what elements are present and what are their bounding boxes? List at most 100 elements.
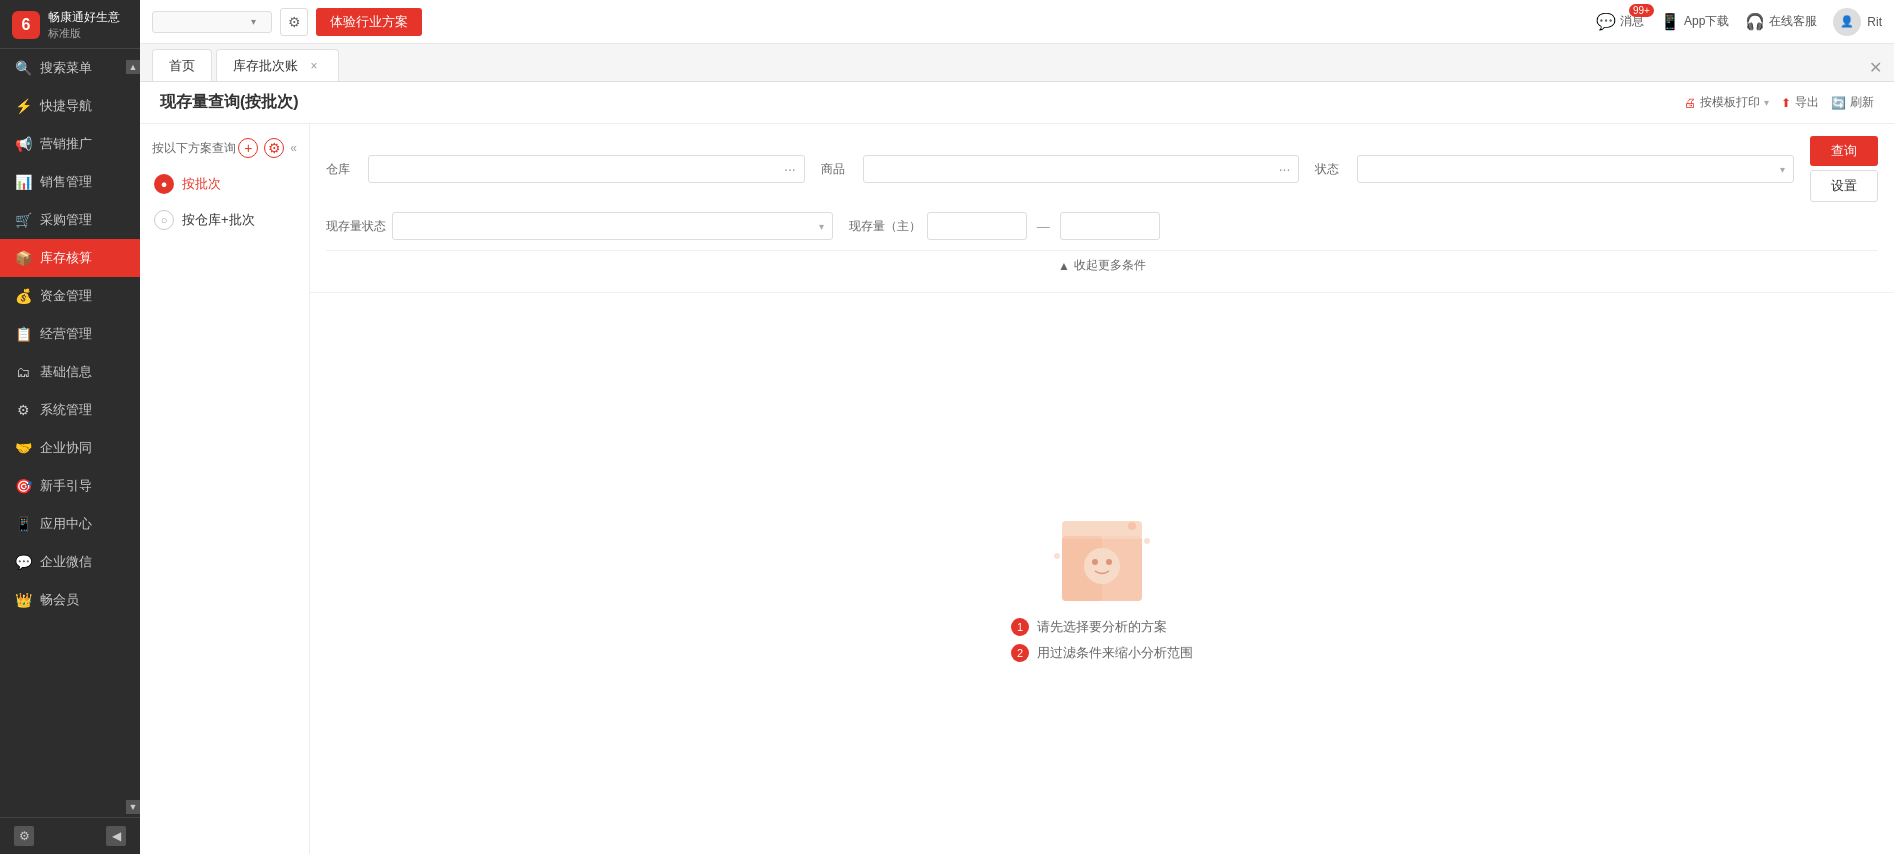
tabs-bar: 首页 库存批次账 × ✕ xyxy=(140,44,1894,82)
empty-svg xyxy=(1032,486,1172,606)
topbar: ▾ ⚙ 体验行业方案 💬 消息 99+ 📱 App下载 🎧 在线客服 👤 Rit xyxy=(140,0,1894,44)
page-header: 现存量查询(按批次) 🖨 按模板打印 ▾ ⬆ 导出 🔄 刷新 xyxy=(140,82,1894,124)
appstore-icon: 📱 xyxy=(14,515,32,533)
main-area: ▾ ⚙ 体验行业方案 💬 消息 99+ 📱 App下载 🎧 在线客服 👤 Rit xyxy=(140,0,1894,854)
purchase-icon: 🛒 xyxy=(14,211,32,229)
sidebar-settings-btn[interactable]: ⚙ xyxy=(14,826,34,846)
marketing-icon: 📢 xyxy=(14,135,32,153)
sidebar-scroll-up[interactable]: ▲ xyxy=(126,60,140,74)
member-icon: 👑 xyxy=(14,591,32,609)
search-input[interactable] xyxy=(161,15,251,29)
empty-step-1: 1 请先选择要分析的方案 xyxy=(1011,618,1193,636)
goods-more[interactable]: ··· xyxy=(1279,161,1291,177)
search-dropdown-icon[interactable]: ▾ xyxy=(251,16,256,27)
global-close-icon[interactable]: ✕ xyxy=(1869,58,1882,77)
messages-btn[interactable]: 💬 消息 99+ xyxy=(1596,12,1644,31)
status-field: 状态 ▾ xyxy=(1315,155,1794,183)
collapse-panel-btn[interactable]: « xyxy=(290,141,297,155)
add-plan-btn[interactable]: + xyxy=(238,138,258,158)
empty-state: 1 请先选择要分析的方案 2 用过滤条件来缩小分析范围 xyxy=(310,293,1894,854)
sidebar-item-quicknav[interactable]: ⚡ 快捷导航 xyxy=(0,87,140,125)
left-panel-title: 按以下方案查询 xyxy=(152,140,236,157)
plan-warehouse-batch-icon: ○ xyxy=(154,210,174,230)
finance-icon: 💰 xyxy=(14,287,32,305)
print-dropdown-icon[interactable]: ▾ xyxy=(1764,97,1769,108)
sidebar-item-search[interactable]: 🔍 搜索菜单 xyxy=(0,49,140,87)
tab-home[interactable]: 首页 xyxy=(152,49,212,81)
avatar[interactable]: 👤 xyxy=(1833,8,1861,36)
collapse-icon: « xyxy=(290,141,297,155)
tab-inventory-batch[interactable]: 库存批次账 × xyxy=(216,49,339,81)
collapse-more-label: 收起更多条件 xyxy=(1074,257,1146,274)
stock-qty-min-input[interactable] xyxy=(927,212,1027,240)
svg-point-6 xyxy=(1128,522,1136,530)
goods-field: 商品 ··· xyxy=(821,155,1300,183)
query-btn[interactable]: 查询 xyxy=(1810,136,1878,166)
refresh-icon: 🔄 xyxy=(1831,96,1846,110)
gear-icon: ⚙ xyxy=(268,140,281,156)
sidebar-scroll-down[interactable]: ▼ xyxy=(126,800,140,814)
newuser-icon: 🎯 xyxy=(14,477,32,495)
stock-qty-max-input[interactable] xyxy=(1060,212,1160,240)
topbar-gear-btn[interactable]: ⚙ xyxy=(280,8,308,36)
warehouse-input[interactable] xyxy=(377,162,780,176)
filter-area: 仓库 ··· 商品 ··· xyxy=(310,124,1894,293)
sidebar-header: 6 畅康通好生意 标准版 xyxy=(0,0,140,49)
app-download-btn[interactable]: 📱 App下载 xyxy=(1660,12,1729,31)
sidebar-collapse-btn[interactable]: ◀ xyxy=(106,826,126,846)
export-btn[interactable]: ⬆ 导出 xyxy=(1781,94,1819,111)
sidebar-item-finance-label: 资金管理 xyxy=(40,287,92,305)
step-1-num: 1 xyxy=(1011,618,1029,636)
sidebar-item-system[interactable]: ⚙ 系统管理 xyxy=(0,391,140,429)
app-logo: 6 xyxy=(12,11,40,39)
topbar-right: 💬 消息 99+ 📱 App下载 🎧 在线客服 👤 Rit xyxy=(1596,8,1882,36)
left-panel-actions: + ⚙ « xyxy=(238,138,297,158)
sidebar-item-quicknav-label: 快捷导航 xyxy=(40,97,92,115)
settings-btn[interactable]: 设置 xyxy=(1810,170,1878,202)
sidebar-item-member[interactable]: 👑 畅会员 xyxy=(0,581,140,619)
sidebar-item-enterprise[interactable]: 🤝 企业协同 xyxy=(0,429,140,467)
app-download-label: App下载 xyxy=(1684,13,1729,30)
tab-close-icon[interactable]: × xyxy=(306,58,322,74)
sidebar-item-appstore[interactable]: 📱 应用中心 xyxy=(0,505,140,543)
plan-batch-label: 按批次 xyxy=(182,175,221,193)
stock-status-dropdown-icon: ▾ xyxy=(819,221,824,232)
sidebar: 6 畅康通好生意 标准版 ▲ 🔍 搜索菜单 ⚡ 快捷导航 📢 营销推广 📊 销售… xyxy=(0,0,140,854)
sidebar-item-finance[interactable]: 💰 资金管理 xyxy=(0,277,140,315)
sales-icon: 📊 xyxy=(14,173,32,191)
page-content: 现存量查询(按批次) 🖨 按模板打印 ▾ ⬆ 导出 🔄 刷新 xyxy=(140,82,1894,854)
collapse-more-btn[interactable]: ▲ 收起更多条件 xyxy=(326,250,1878,280)
sidebar-item-basic[interactable]: 🗂 基础信息 xyxy=(0,353,140,391)
sidebar-item-wechat-label: 企业微信 xyxy=(40,553,92,571)
experience-btn[interactable]: 体验行业方案 xyxy=(316,8,422,36)
goods-input[interactable] xyxy=(872,162,1275,176)
settings-plan-btn[interactable]: ⚙ xyxy=(264,138,284,158)
print-btn[interactable]: 🖨 按模板打印 ▾ xyxy=(1684,94,1769,111)
empty-steps: 1 请先选择要分析的方案 2 用过滤条件来缩小分析范围 xyxy=(1011,618,1193,662)
user-area: 👤 Rit xyxy=(1833,8,1882,36)
sidebar-item-search-label: 搜索菜单 xyxy=(40,59,92,77)
plan-item-batch[interactable]: ● 按批次 xyxy=(140,166,309,202)
sidebar-item-sales[interactable]: 📊 销售管理 xyxy=(0,163,140,201)
goods-label: 商品 xyxy=(821,161,857,178)
status-select[interactable]: ▾ xyxy=(1357,155,1794,183)
refresh-btn[interactable]: 🔄 刷新 xyxy=(1831,94,1874,111)
plan-item-warehouse-batch[interactable]: ○ 按仓库+批次 xyxy=(140,202,309,238)
sidebar-item-wechat[interactable]: 💬 企业微信 xyxy=(0,543,140,581)
warehouse-more[interactable]: ··· xyxy=(784,161,796,177)
sidebar-item-purchase[interactable]: 🛒 采购管理 xyxy=(0,201,140,239)
messages-badge: 99+ xyxy=(1629,4,1654,17)
sidebar-item-member-label: 畅会员 xyxy=(40,591,79,609)
filter-row-2: 现存量状态 ▾ 现存量（主） — xyxy=(326,212,1878,240)
tab-inventory-batch-label: 库存批次账 xyxy=(233,57,298,75)
online-service-label: 在线客服 xyxy=(1769,13,1817,30)
online-service-btn[interactable]: 🎧 在线客服 xyxy=(1745,12,1817,31)
sidebar-item-enterprise-label: 企业协同 xyxy=(40,439,92,457)
sidebar-item-sales-label: 销售管理 xyxy=(40,173,92,191)
sidebar-item-inventory[interactable]: 📦 库存核算 xyxy=(0,239,140,277)
username-label[interactable]: Rit xyxy=(1867,15,1882,29)
sidebar-item-operations[interactable]: 📋 经营管理 xyxy=(0,315,140,353)
stock-status-select[interactable]: ▾ xyxy=(392,212,833,240)
sidebar-item-marketing[interactable]: 📢 营销推广 xyxy=(0,125,140,163)
sidebar-item-newuser[interactable]: 🎯 新手引导 xyxy=(0,467,140,505)
